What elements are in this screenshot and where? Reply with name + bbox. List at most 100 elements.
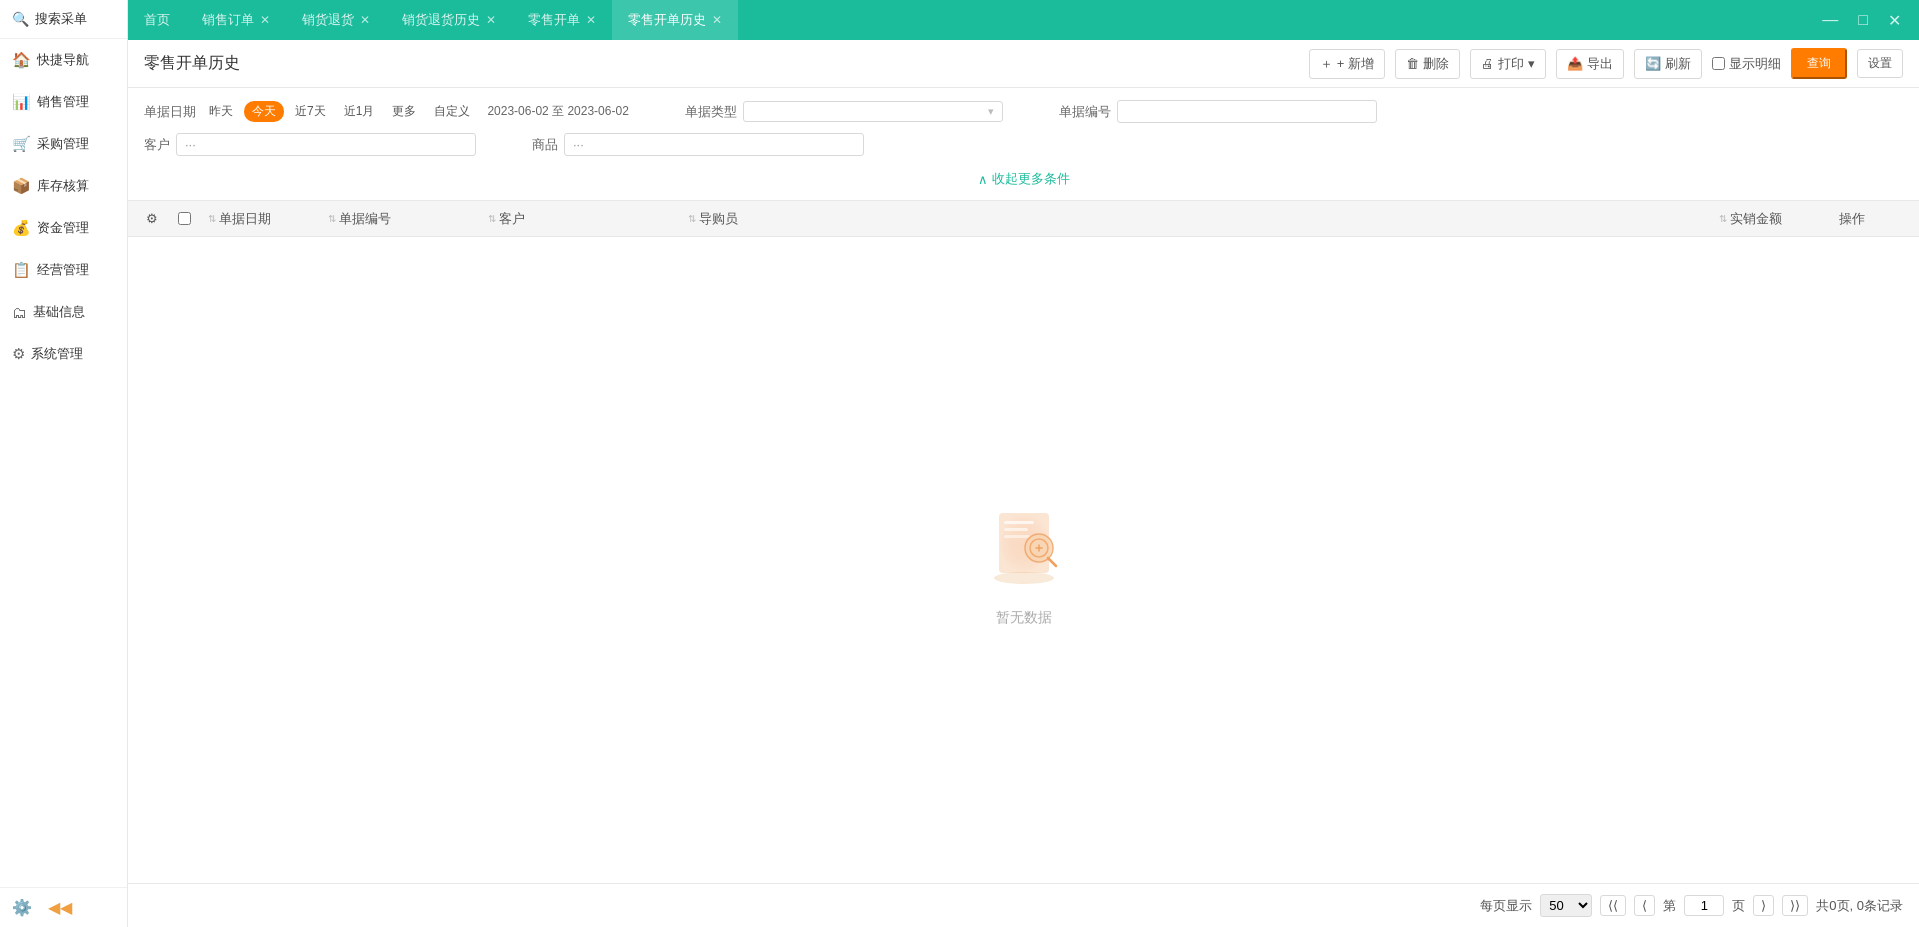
date-7days[interactable]: 近7天: [288, 101, 333, 122]
print-button[interactable]: 🖨 打印 ▾: [1470, 49, 1546, 79]
tab-sales-return[interactable]: 销货退货 ✕: [286, 0, 386, 40]
goods-select-value: ···: [573, 137, 584, 152]
sort-icon-guide: ⇅: [688, 213, 696, 224]
col-customer-label: 客户: [499, 210, 525, 228]
col-guide-label: 导购员: [699, 210, 738, 228]
page-title: 零售开单历史: [144, 53, 240, 74]
number-filter: 单据编号: [1059, 100, 1377, 123]
collapse-icon[interactable]: ◀◀: [48, 898, 72, 917]
first-page-btn[interactable]: ⟨⟨: [1600, 895, 1626, 916]
show-detail-input[interactable]: [1712, 57, 1725, 70]
svg-rect-4: [1004, 535, 1030, 538]
sidebar-item-basic[interactable]: 🗂 基础信息: [0, 291, 127, 333]
sort-icon-customer: ⇅: [488, 213, 496, 224]
date-yesterday[interactable]: 昨天: [202, 101, 240, 122]
tab-home[interactable]: 首页: [128, 0, 186, 40]
page-total: 共0页, 0条记录: [1816, 897, 1903, 915]
print-icon: 🖨: [1481, 56, 1494, 71]
print-label: 打印: [1498, 55, 1524, 73]
settings-button[interactable]: 设置: [1857, 49, 1903, 78]
tab-sales-return-history-close[interactable]: ✕: [486, 14, 496, 26]
col-checkbox[interactable]: [168, 212, 200, 225]
number-input[interactable]: [1117, 100, 1377, 123]
date-filter: 单据日期 昨天 今天 近7天 近1月 更多 自定义 2023-06-02 至 2…: [144, 101, 629, 122]
col-settings[interactable]: ⚙: [136, 211, 168, 226]
add-button[interactable]: ＋ + 新增: [1309, 49, 1385, 79]
tab-sales-return-close[interactable]: ✕: [360, 14, 370, 26]
date-more[interactable]: 更多: [385, 101, 423, 122]
tab-retail-open-close[interactable]: ✕: [586, 14, 596, 26]
col-date-label: 单据日期: [219, 210, 271, 228]
sidebar-item-finance[interactable]: 💰 资金管理: [0, 207, 127, 249]
sidebar-item-operations[interactable]: 📋 经营管理: [0, 249, 127, 291]
per-page-label: 每页显示: [1480, 897, 1532, 915]
delete-button[interactable]: 🗑 删除: [1395, 49, 1460, 79]
customer-select[interactable]: ···: [176, 133, 476, 156]
query-button[interactable]: 查询: [1791, 48, 1847, 79]
date-custom[interactable]: 自定义: [427, 101, 477, 122]
sidebar-finance-label: 资金管理: [37, 219, 89, 237]
col-num-header[interactable]: ⇅ 单据编号: [320, 210, 480, 228]
sidebar-item-sales[interactable]: 📊 销售管理: [0, 81, 127, 123]
tab-sales-order[interactable]: 销售订单 ✕: [186, 0, 286, 40]
date-today[interactable]: 今天: [244, 101, 284, 122]
col-guide-header[interactable]: ⇅ 导购员: [680, 210, 800, 228]
sidebar-item-purchase[interactable]: 🛒 采购管理: [0, 123, 127, 165]
next-page-btn[interactable]: ⟩: [1753, 895, 1774, 916]
sort-icon-amount: ⇅: [1719, 213, 1727, 224]
filter-area: 单据日期 昨天 今天 近7天 近1月 更多 自定义 2023-06-02 至 2…: [128, 88, 1919, 201]
export-button[interactable]: 📤 导出: [1556, 49, 1624, 79]
goods-filter-label: 商品: [532, 136, 558, 154]
export-icon: 📤: [1567, 56, 1583, 71]
type-filter: 单据类型 ▾: [685, 101, 1003, 122]
filter-collapse-btn[interactable]: ∧ 收起更多条件: [144, 166, 1903, 196]
sidebar-item-system[interactable]: ⚙ 系统管理: [0, 333, 127, 375]
tab-retail-history-close[interactable]: ✕: [712, 14, 722, 26]
col-customer-header[interactable]: ⇅ 客户: [480, 210, 680, 228]
page-size-select[interactable]: 50 10 20 100: [1540, 894, 1592, 917]
select-all-checkbox[interactable]: [178, 212, 191, 225]
search-menu-item[interactable]: 🔍 搜索采单: [0, 0, 127, 39]
sort-icon-date: ⇅: [208, 213, 216, 224]
sidebar-system-icon: ⚙: [12, 345, 25, 363]
last-page-btn[interactable]: ⟩⟩: [1782, 895, 1808, 916]
col-amount-header[interactable]: ⇅ 实销金额: [1711, 210, 1831, 228]
date-1month[interactable]: 近1月: [337, 101, 382, 122]
tab-retail-history[interactable]: 零售开单历史 ✕: [612, 0, 738, 40]
date-range-display: 2023-06-02 至 2023-06-02: [487, 103, 628, 120]
sidebar-item-quick-nav[interactable]: 🏠 快捷导航: [0, 39, 127, 81]
sidebar-inventory-icon: 📦: [12, 177, 31, 195]
empty-illustration: [974, 493, 1074, 593]
date-filter-label: 单据日期: [144, 103, 196, 121]
col-date-header[interactable]: ⇅ 单据日期: [200, 210, 320, 228]
window-close-btn[interactable]: ✕: [1882, 9, 1907, 32]
pagination-bar: 每页显示 50 10 20 100 ⟨⟨ ⟨ 第 页 ⟩ ⟩⟩ 共0页, 0条记…: [128, 883, 1919, 927]
sidebar-purchase-icon: 🛒: [12, 135, 31, 153]
show-detail-checkbox[interactable]: 显示明细: [1712, 55, 1781, 73]
number-filter-label: 单据编号: [1059, 103, 1111, 121]
tab-retail-open[interactable]: 零售开单 ✕: [512, 0, 612, 40]
col-action-header: 操作: [1831, 210, 1911, 228]
settings-col-icon: ⚙: [146, 211, 158, 226]
type-select[interactable]: ▾: [743, 101, 1003, 122]
refresh-button[interactable]: 🔄 刷新: [1634, 49, 1702, 79]
tab-sales-return-label: 销货退货: [302, 11, 354, 29]
add-label: + 新增: [1337, 55, 1374, 73]
prev-page-btn[interactable]: ⟨: [1634, 895, 1655, 916]
sidebar-inventory-label: 库存核算: [37, 177, 89, 195]
tab-sales-order-close[interactable]: ✕: [260, 14, 270, 26]
refresh-label: 刷新: [1665, 55, 1691, 73]
customer-select-value: ···: [185, 137, 196, 152]
page-input[interactable]: [1684, 895, 1724, 916]
refresh-icon: 🔄: [1645, 56, 1661, 71]
sidebar-operations-icon: 📋: [12, 261, 31, 279]
window-minimize-btn[interactable]: —: [1816, 9, 1844, 31]
goods-select[interactable]: ···: [564, 133, 864, 156]
empty-state: 暂无数据: [128, 237, 1919, 883]
window-restore-btn[interactable]: □: [1852, 9, 1874, 31]
settings-icon[interactable]: ⚙️: [12, 898, 32, 917]
sidebar-finance-icon: 💰: [12, 219, 31, 237]
customer-filter-label: 客户: [144, 136, 170, 154]
tab-sales-return-history[interactable]: 销货退货历史 ✕: [386, 0, 512, 40]
sidebar-item-inventory[interactable]: 📦 库存核算: [0, 165, 127, 207]
